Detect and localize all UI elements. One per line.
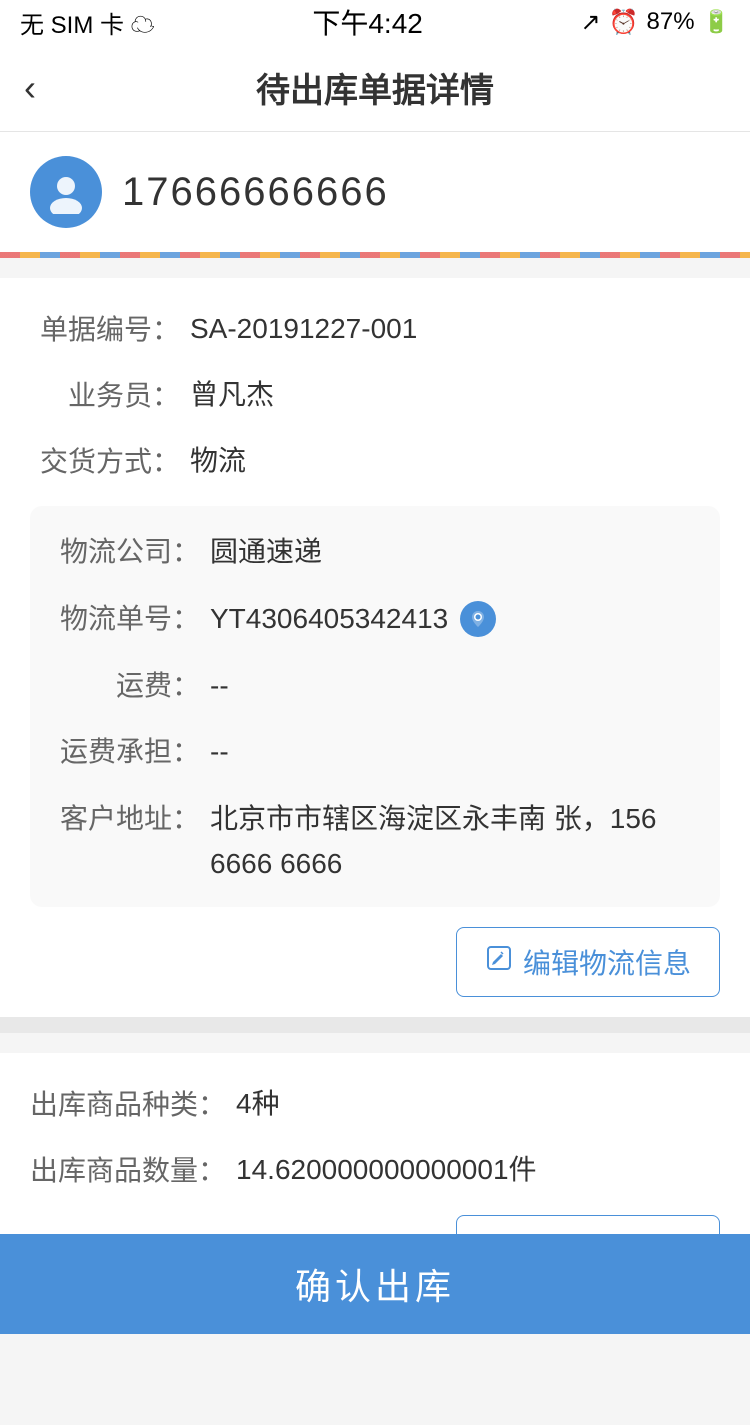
stock-quantity-label: 出库商品数量：	[30, 1149, 236, 1189]
tracking-number-label: 物流单号：	[50, 597, 210, 637]
address-label: 客户地址：	[50, 797, 210, 837]
order-number-label: 单据编号：	[30, 308, 190, 348]
location-icon[interactable]	[460, 601, 496, 637]
sales-person-value: 曾凡杰	[190, 374, 720, 416]
page-title: 待出库单据详情	[256, 63, 494, 112]
status-right: ↗ ⏰ 87% 🔋	[581, 8, 730, 37]
tracking-number-row: 物流单号： YT43064053424​13	[50, 597, 700, 642]
section-divider	[0, 1017, 750, 1033]
edit-icon	[485, 944, 513, 979]
stock-types-row: 出库商品种类： 4种	[30, 1083, 720, 1125]
freight-bearer-label: 运费承担：	[50, 730, 210, 770]
sales-person-row: 业务员： 曾凡杰	[30, 374, 720, 416]
tracking-number-value: YT43064053424​13	[210, 597, 700, 642]
sim-status: 无 SIM 卡 ☁	[20, 5, 155, 40]
freight-row: 运费： --	[50, 664, 700, 709]
freight-value: --	[210, 664, 700, 709]
order-number-row: 单据编号： SA-20191227-001	[30, 308, 720, 350]
status-left: 无 SIM 卡 ☁	[20, 5, 155, 40]
logistics-company-label: 物流公司：	[50, 530, 210, 570]
stock-types-label: 出库商品种类：	[30, 1083, 236, 1123]
stock-types-value: 4种	[236, 1083, 720, 1125]
logistics-company-row: 物流公司： 圆通速递	[50, 530, 700, 575]
tracking-number-text: YT43064053424​13	[210, 597, 448, 642]
dashed-divider	[0, 252, 750, 258]
avatar	[30, 156, 102, 228]
nav-bar: ‹ 待出库单据详情	[0, 44, 750, 132]
address-value: 北京市市辖区海淀区永丰南 张，156 6666 6666	[210, 797, 700, 887]
user-phone: 17666666666	[122, 170, 389, 215]
delivery-method-value: 物流	[190, 440, 720, 482]
edit-logistics-button[interactable]: 编辑物流信息	[456, 927, 720, 997]
back-button[interactable]: ‹	[24, 67, 36, 109]
user-section: 17666666666	[0, 132, 750, 252]
address-row: 客户地址： 北京市市辖区海淀区永丰南 张，156 6666 6666	[50, 797, 700, 887]
edit-logistics-label: 编辑物流信息	[523, 942, 691, 982]
sales-person-label: 业务员：	[30, 374, 190, 414]
edit-logistics-wrap: 编辑物流信息	[30, 927, 720, 997]
alarm-icon: ⏰	[609, 8, 639, 37]
battery-icon: 🔋	[703, 9, 730, 35]
freight-label: 运费：	[50, 664, 210, 704]
confirm-button[interactable]: 确认出库	[0, 1234, 750, 1334]
status-bar: 无 SIM 卡 ☁ 下午4:42 ↗ ⏰ 87% 🔋	[0, 0, 750, 44]
battery-level: 87%	[647, 8, 695, 36]
order-number-value: SA-20191227-001	[190, 308, 720, 350]
logistics-card: 物流公司： 圆通速递 物流单号： YT43064053424​13 运费： --	[30, 506, 720, 907]
delivery-method-row: 交货方式： 物流	[30, 440, 720, 482]
stock-quantity-value: 14.620000000000001件	[236, 1149, 720, 1191]
delivery-method-label: 交货方式：	[30, 440, 190, 480]
status-time: 下午4:42	[312, 2, 423, 42]
freight-bearer-value: --	[210, 730, 700, 775]
confirm-button-label: 确认出库	[295, 1258, 455, 1310]
freight-bearer-row: 运费承担： --	[50, 730, 700, 775]
stock-quantity-row: 出库商品数量： 14.620000000000001件	[30, 1149, 720, 1191]
location-status-icon: ↗	[581, 8, 601, 37]
logistics-company-value: 圆通速递	[210, 530, 700, 575]
order-info-section: 单据编号： SA-20191227-001 业务员： 曾凡杰 交货方式： 物流 …	[0, 278, 750, 1017]
